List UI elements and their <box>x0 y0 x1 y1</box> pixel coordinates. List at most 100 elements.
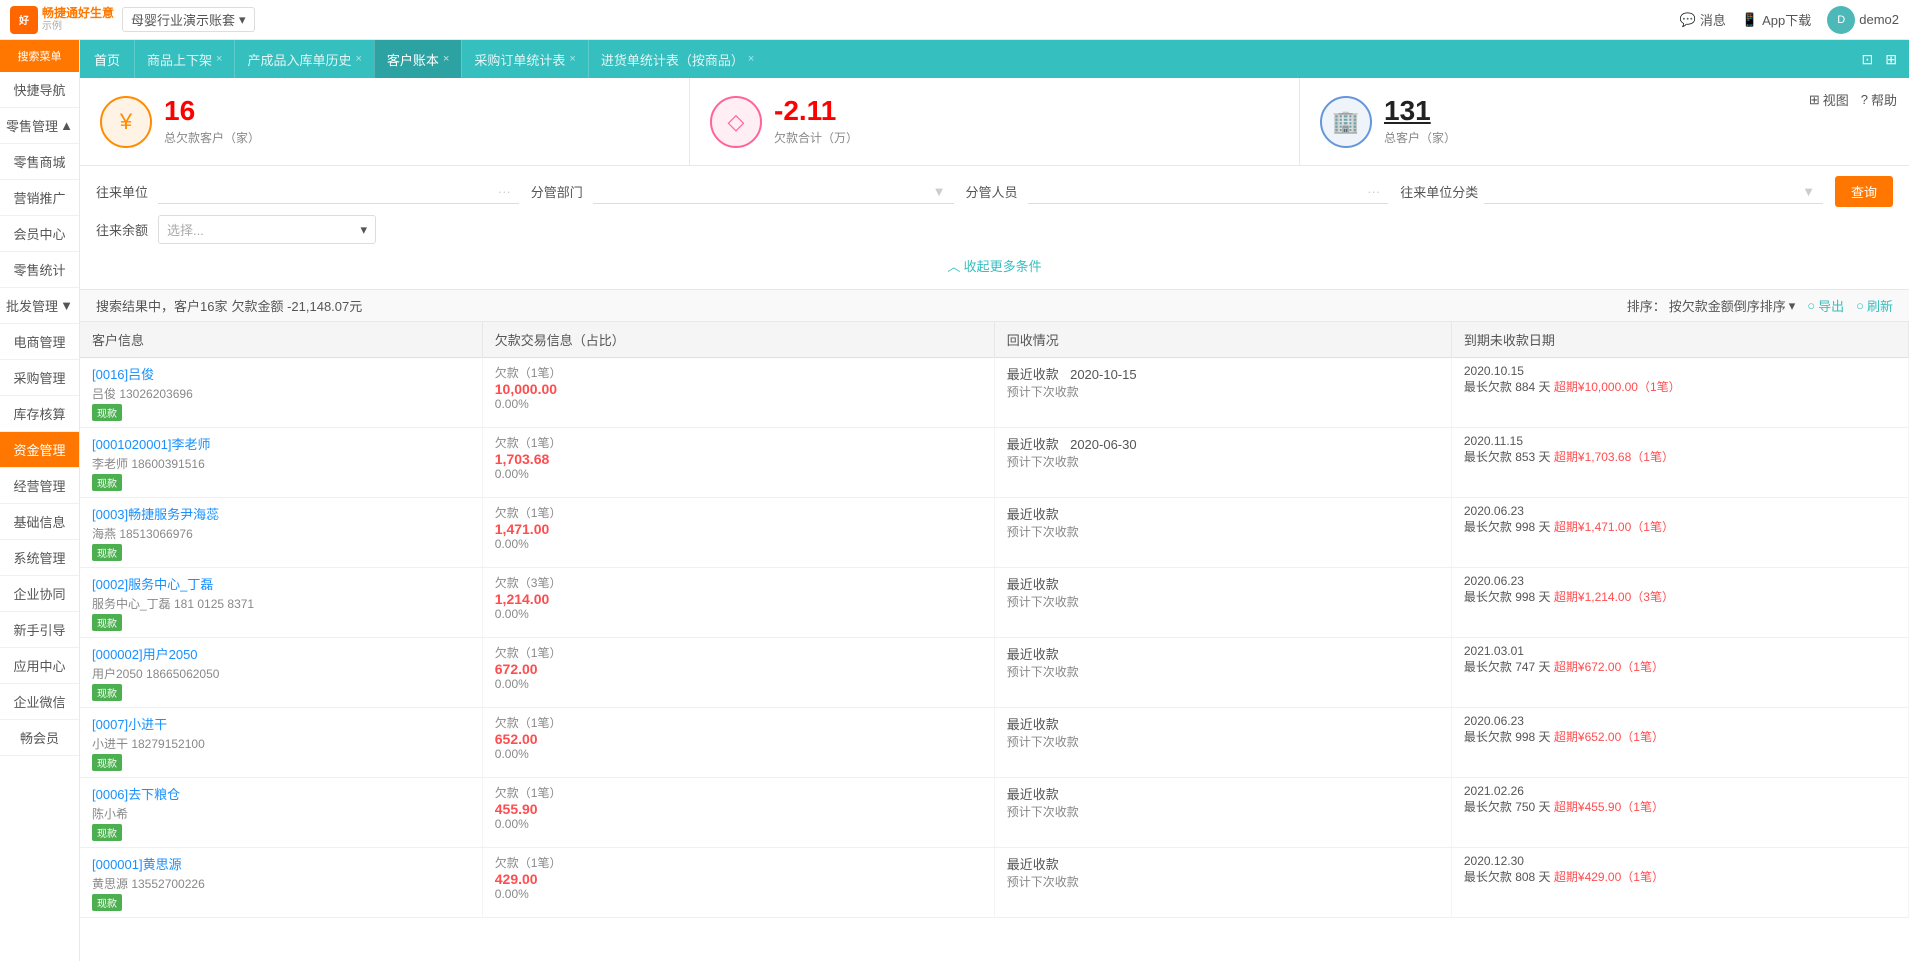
predict-pay-7: 预计下次收款 <box>1007 873 1439 890</box>
customer-name-5[interactable]: [0007]小进干 <box>92 714 470 733</box>
debt-amount-2[interactable]: 1,471.00 <box>495 521 982 537</box>
overdue-text-3[interactable]: 超期¥1,214.00（3笔） <box>1554 590 1674 604</box>
collapse-icon: ︿ <box>947 259 960 274</box>
sort-selector[interactable]: 排序： 按欠款金额倒序排序 ▾ <box>1627 296 1796 315</box>
debt-amount-5[interactable]: 652.00 <box>495 731 982 747</box>
sidebar-item-inventory[interactable]: 库存核算 <box>0 396 79 432</box>
help-label: 帮助 <box>1871 90 1897 109</box>
debt-amount-6[interactable]: 455.90 <box>495 801 982 817</box>
export-icon: ○ <box>1807 298 1815 313</box>
sidebar-item-system[interactable]: 系统管理 <box>0 540 79 576</box>
sidebar-item-appcenter[interactable]: 应用中心 <box>0 648 79 684</box>
debt-amount-0[interactable]: 10,000.00 <box>495 381 982 397</box>
cell-customer-3: [0002]服务中心_丁磊 服务中心_丁磊 181 0125 8371 现款 <box>80 568 482 638</box>
sidebar-item-vip[interactable]: 畅会员 <box>0 720 79 756</box>
filter-unit-class-select[interactable]: ▼ <box>1484 180 1823 204</box>
customer-name-4[interactable]: [000002]用户2050 <box>92 644 470 663</box>
recent-pay-5: 最近收款 <box>1007 714 1439 733</box>
export-btn[interactable]: ○ 导出 <box>1807 296 1844 315</box>
cell-due-1: 2020.11.15 最长欠款 853 天 超期¥1,703.68（1笔） <box>1451 428 1908 498</box>
collapse-btn[interactable]: ︿ 收起更多条件 <box>96 252 1893 279</box>
tab-purchase-stats[interactable]: 采购订单统计表 × <box>461 40 587 78</box>
sidebar-item-purchase[interactable]: 采购管理 <box>0 360 79 396</box>
customer-name-6[interactable]: [0006]去下粮仓 <box>92 784 470 803</box>
customer-name-7[interactable]: [000001]黄思源 <box>92 854 470 873</box>
sidebar-item-newbie[interactable]: 新手引导 <box>0 612 79 648</box>
message-btn[interactable]: 💬 消息 <box>1680 10 1726 29</box>
cell-debt-6: 欠款（1笔） 455.90 0.00% <box>482 778 994 848</box>
tab-customer-account[interactable]: 客户账本 × <box>374 40 461 78</box>
customer-phone-6: 陈小希 <box>92 805 470 822</box>
overdue-text-1[interactable]: 超期¥1,703.68（1笔） <box>1554 450 1674 464</box>
tab-incoming-stats[interactable]: 进货单统计表（按商品） × <box>588 40 766 78</box>
overdue-text-6[interactable]: 超期¥455.90（1笔） <box>1554 800 1664 814</box>
tab-close-customer-account[interactable]: × <box>443 53 449 65</box>
overdue-text-5[interactable]: 超期¥652.00（1笔） <box>1554 730 1664 744</box>
refresh-icon: ○ <box>1856 298 1864 313</box>
view-btn[interactable]: ⊞ 视图 <box>1809 90 1849 109</box>
debt-amount-1[interactable]: 1,703.68 <box>495 451 982 467</box>
filter-dept-label: 分管部门 <box>531 182 587 201</box>
cell-debt-1: 欠款（1笔） 1,703.68 0.00% <box>482 428 994 498</box>
sort-arrow-icon: ▾ <box>1789 298 1796 314</box>
refresh-btn[interactable]: ○ 刷新 <box>1856 296 1893 315</box>
sidebar-item-ops[interactable]: 经营管理 <box>0 468 79 504</box>
sidebar-item-batch-mgmt[interactable]: 批发管理 ▼ <box>0 288 79 324</box>
customer-name-3[interactable]: [0002]服务中心_丁磊 <box>92 574 470 593</box>
app-download-btn[interactable]: 📱 App下载 <box>1742 10 1811 29</box>
overdue-text-0[interactable]: 超期¥10,000.00（1笔） <box>1554 380 1681 394</box>
tab-close-products-off[interactable]: × <box>216 53 222 65</box>
help-btn[interactable]: ? 帮助 <box>1861 90 1897 109</box>
customer-tag-4: 现款 <box>92 684 122 701</box>
sidebar-item-wechat[interactable]: 企业微信 <box>0 684 79 720</box>
debt-amount-3[interactable]: 1,214.00 <box>495 591 982 607</box>
overdue-text-4[interactable]: 超期¥672.00（1笔） <box>1554 660 1664 674</box>
sidebar-item-quick-nav[interactable]: 快捷导航 <box>0 72 79 108</box>
user-area[interactable]: D demo2 <box>1827 6 1899 34</box>
tab-close-production-history[interactable]: × <box>355 53 361 65</box>
tab-close-incoming-stats[interactable]: × <box>748 53 754 65</box>
main-layout: 搜索菜单 快捷导航 零售管理 ▲ 零售商城 营销推广 会员中心 零售统计 批发管… <box>0 40 1909 961</box>
filter-balance-select[interactable]: 选择... ▾ <box>158 215 376 244</box>
sidebar-item-retail-stats[interactable]: 零售统计 <box>0 252 79 288</box>
sidebar-item-retail-store[interactable]: 零售商城 <box>0 144 79 180</box>
customer-tag-0: 现款 <box>92 404 122 421</box>
tab-products-off[interactable]: 商品上下架 × <box>134 40 234 78</box>
tab-maximize-btn[interactable]: ⊞ <box>1881 49 1901 70</box>
debt-amount-7[interactable]: 429.00 <box>495 871 982 887</box>
tab-home[interactable]: 首页 <box>80 40 134 78</box>
sidebar-item-marketing[interactable]: 营销推广 <box>0 180 79 216</box>
filter-unit-class: 往来单位分类 ▼ <box>1400 180 1823 204</box>
filter-person-input[interactable]: ··· <box>1028 180 1389 204</box>
tab-restore-btn[interactable]: ⊡ <box>1858 49 1878 70</box>
recent-pay-date-0: 2020-10-15 <box>1070 367 1137 382</box>
sidebar-item-ecommerce[interactable]: 电商管理 <box>0 324 79 360</box>
col-header-due: 到期未收款日期 <box>1451 322 1908 358</box>
stat-text-amount: -2.11 欠款合计（万） <box>774 97 858 146</box>
sidebar-item-basic[interactable]: 基础信息 <box>0 504 79 540</box>
debt-pct-0: 0.00% <box>495 397 982 411</box>
customer-name-0[interactable]: [0016]吕俊 <box>92 364 470 383</box>
sidebar-item-retail-mgmt[interactable]: 零售管理 ▲ <box>0 108 79 144</box>
sidebar-item-member[interactable]: 会员中心 <box>0 216 79 252</box>
debt-amount-4[interactable]: 672.00 <box>495 661 982 677</box>
filter-dept-select[interactable]: ▼ <box>593 180 954 204</box>
sidebar: 搜索菜单 快捷导航 零售管理 ▲ 零售商城 营销推广 会员中心 零售统计 批发管… <box>0 40 80 961</box>
tab-production-history[interactable]: 产成品入库单历史 × <box>234 40 373 78</box>
overdue-text-7[interactable]: 超期¥429.00（1笔） <box>1554 870 1664 884</box>
sidebar-item-enterprise[interactable]: 企业协同 <box>0 576 79 612</box>
batch-arrow-icon: ▼ <box>60 298 73 313</box>
overdue-text-2[interactable]: 超期¥1,471.00（1笔） <box>1554 520 1674 534</box>
top-header: 好 畅捷通好生意 示例 母婴行业演示账套 ▾ 💬 消息 📱 App下载 D de… <box>0 0 1909 40</box>
customer-name-1[interactable]: [0001020001]李老师 <box>92 434 470 453</box>
customer-name-2[interactable]: [0003]畅捷服务尹海蕊 <box>92 504 470 523</box>
sidebar-item-finance[interactable]: 资金管理 <box>0 432 79 468</box>
filter-from-unit-input[interactable]: ··· <box>158 180 519 204</box>
cell-customer-2: [0003]畅捷服务尹海蕊 海燕 18513066976 现款 <box>80 498 482 568</box>
recent-pay-1: 最近收款 2020-06-30 <box>1007 434 1439 453</box>
store-selector[interactable]: 母婴行业演示账套 ▾ <box>122 7 255 32</box>
sidebar-search[interactable]: 搜索菜单 <box>0 40 79 72</box>
search-button[interactable]: 查询 <box>1835 176 1893 207</box>
tab-close-purchase-stats[interactable]: × <box>569 53 575 65</box>
table-row: [000001]黄思源 黄思源 13552700226 现款 欠款（1笔） 42… <box>80 848 1909 918</box>
